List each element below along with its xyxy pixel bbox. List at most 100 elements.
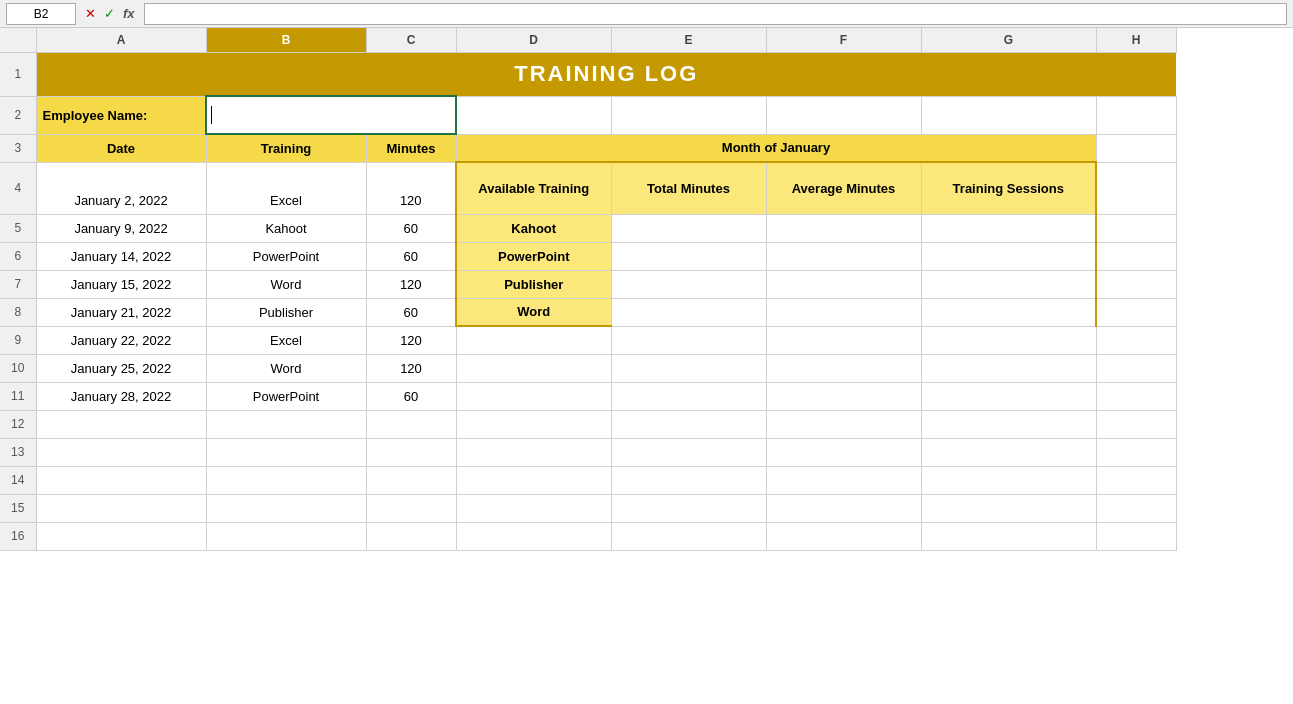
cell-f11[interactable] xyxy=(766,382,921,410)
cell-f12[interactable] xyxy=(766,410,921,438)
cell-e16[interactable] xyxy=(611,522,766,550)
cell-g12[interactable] xyxy=(921,410,1096,438)
cell-g13[interactable] xyxy=(921,438,1096,466)
cell-c11[interactable]: 60 xyxy=(366,382,456,410)
col-header-f[interactable]: F xyxy=(766,28,921,52)
cell-g15[interactable] xyxy=(921,494,1096,522)
cell-h5[interactable] xyxy=(1096,214,1176,242)
cell-c4[interactable]: 120 xyxy=(366,162,456,214)
cell-b13[interactable] xyxy=(206,438,366,466)
cell-h4[interactable] xyxy=(1096,162,1176,214)
cell-f8[interactable] xyxy=(766,298,921,326)
cell-a15[interactable] xyxy=(36,494,206,522)
cell-b5[interactable]: Kahoot xyxy=(206,214,366,242)
cell-h13[interactable] xyxy=(1096,438,1176,466)
cell-b11[interactable]: PowerPoint xyxy=(206,382,366,410)
cell-d11[interactable] xyxy=(456,382,611,410)
col-header-g[interactable]: G xyxy=(921,28,1096,52)
cell-a8[interactable]: January 21, 2022 xyxy=(36,298,206,326)
cell-b4[interactable]: Excel xyxy=(206,162,366,214)
cell-h12[interactable] xyxy=(1096,410,1176,438)
cell-a13[interactable] xyxy=(36,438,206,466)
cell-b15[interactable] xyxy=(206,494,366,522)
sub-header-average-minutes[interactable]: Average Minutes xyxy=(766,162,921,214)
header-minutes[interactable]: Minutes xyxy=(366,134,456,162)
cell-e9[interactable] xyxy=(611,326,766,354)
cell-b6[interactable]: PowerPoint xyxy=(206,242,366,270)
col-header-b[interactable]: B xyxy=(206,28,366,52)
cell-b8[interactable]: Publisher xyxy=(206,298,366,326)
col-header-c[interactable]: C xyxy=(366,28,456,52)
cell-a6[interactable]: January 14, 2022 xyxy=(36,242,206,270)
cell-h10[interactable] xyxy=(1096,354,1176,382)
cell-a12[interactable] xyxy=(36,410,206,438)
confirm-formula-icon[interactable]: ✓ xyxy=(101,6,118,21)
sub-header-training-sessions[interactable]: Training Sessions xyxy=(921,162,1096,214)
formula-input[interactable] xyxy=(144,3,1287,25)
cell-f2[interactable] xyxy=(766,96,921,134)
insert-function-icon[interactable]: fx xyxy=(120,6,138,21)
cell-e11[interactable] xyxy=(611,382,766,410)
cell-f15[interactable] xyxy=(766,494,921,522)
cell-c15[interactable] xyxy=(366,494,456,522)
cell-g9[interactable] xyxy=(921,326,1096,354)
cell-e5[interactable] xyxy=(611,214,766,242)
avail-training-7[interactable]: Publisher xyxy=(456,270,611,298)
cell-g16[interactable] xyxy=(921,522,1096,550)
cell-a10[interactable]: January 25, 2022 xyxy=(36,354,206,382)
cell-f5[interactable] xyxy=(766,214,921,242)
cell-a16[interactable] xyxy=(36,522,206,550)
cell-h16[interactable] xyxy=(1096,522,1176,550)
cell-c9[interactable]: 120 xyxy=(366,326,456,354)
avail-training-6[interactable]: PowerPoint xyxy=(456,242,611,270)
cell-f6[interactable] xyxy=(766,242,921,270)
cell-e13[interactable] xyxy=(611,438,766,466)
avail-training-8[interactable]: Word xyxy=(456,298,611,326)
cell-d16[interactable] xyxy=(456,522,611,550)
cell-c16[interactable] xyxy=(366,522,456,550)
cell-e12[interactable] xyxy=(611,410,766,438)
cell-f9[interactable] xyxy=(766,326,921,354)
cancel-formula-icon[interactable]: ✕ xyxy=(82,6,99,21)
cell-f7[interactable] xyxy=(766,270,921,298)
cell-d15[interactable] xyxy=(456,494,611,522)
cell-f13[interactable] xyxy=(766,438,921,466)
cell-f10[interactable] xyxy=(766,354,921,382)
col-header-h[interactable]: H xyxy=(1096,28,1176,52)
cell-f16[interactable] xyxy=(766,522,921,550)
cell-b7[interactable]: Word xyxy=(206,270,366,298)
cell-h11[interactable] xyxy=(1096,382,1176,410)
sub-header-total-minutes[interactable]: Total Minutes xyxy=(611,162,766,214)
cell-h7[interactable] xyxy=(1096,270,1176,298)
col-header-d[interactable]: D xyxy=(456,28,611,52)
cell-b9[interactable]: Excel xyxy=(206,326,366,354)
cell-c5[interactable]: 60 xyxy=(366,214,456,242)
cell-a7[interactable]: January 15, 2022 xyxy=(36,270,206,298)
cell-e6[interactable] xyxy=(611,242,766,270)
cell-e2[interactable] xyxy=(611,96,766,134)
cell-g2[interactable] xyxy=(921,96,1096,134)
cell-b14[interactable] xyxy=(206,466,366,494)
cell-h3[interactable] xyxy=(1096,134,1176,162)
avail-training-5[interactable]: Kahoot xyxy=(456,214,611,242)
cell-e15[interactable] xyxy=(611,494,766,522)
cell-c10[interactable]: 120 xyxy=(366,354,456,382)
employee-name-input[interactable] xyxy=(206,96,456,134)
cell-h2[interactable] xyxy=(1096,96,1176,134)
cell-e7[interactable] xyxy=(611,270,766,298)
col-header-a[interactable]: A xyxy=(36,28,206,52)
cell-c7[interactable]: 120 xyxy=(366,270,456,298)
cell-g7[interactable] xyxy=(921,270,1096,298)
header-training[interactable]: Training xyxy=(206,134,366,162)
cell-c6[interactable]: 60 xyxy=(366,242,456,270)
cell-g5[interactable] xyxy=(921,214,1096,242)
cell-d13[interactable] xyxy=(456,438,611,466)
cell-c12[interactable] xyxy=(366,410,456,438)
cell-d9[interactable] xyxy=(456,326,611,354)
cell-f14[interactable] xyxy=(766,466,921,494)
cell-a4[interactable]: January 2, 2022 xyxy=(36,162,206,214)
cell-g10[interactable] xyxy=(921,354,1096,382)
header-month[interactable]: Month of January xyxy=(456,134,1096,162)
cell-a14[interactable] xyxy=(36,466,206,494)
cell-g6[interactable] xyxy=(921,242,1096,270)
